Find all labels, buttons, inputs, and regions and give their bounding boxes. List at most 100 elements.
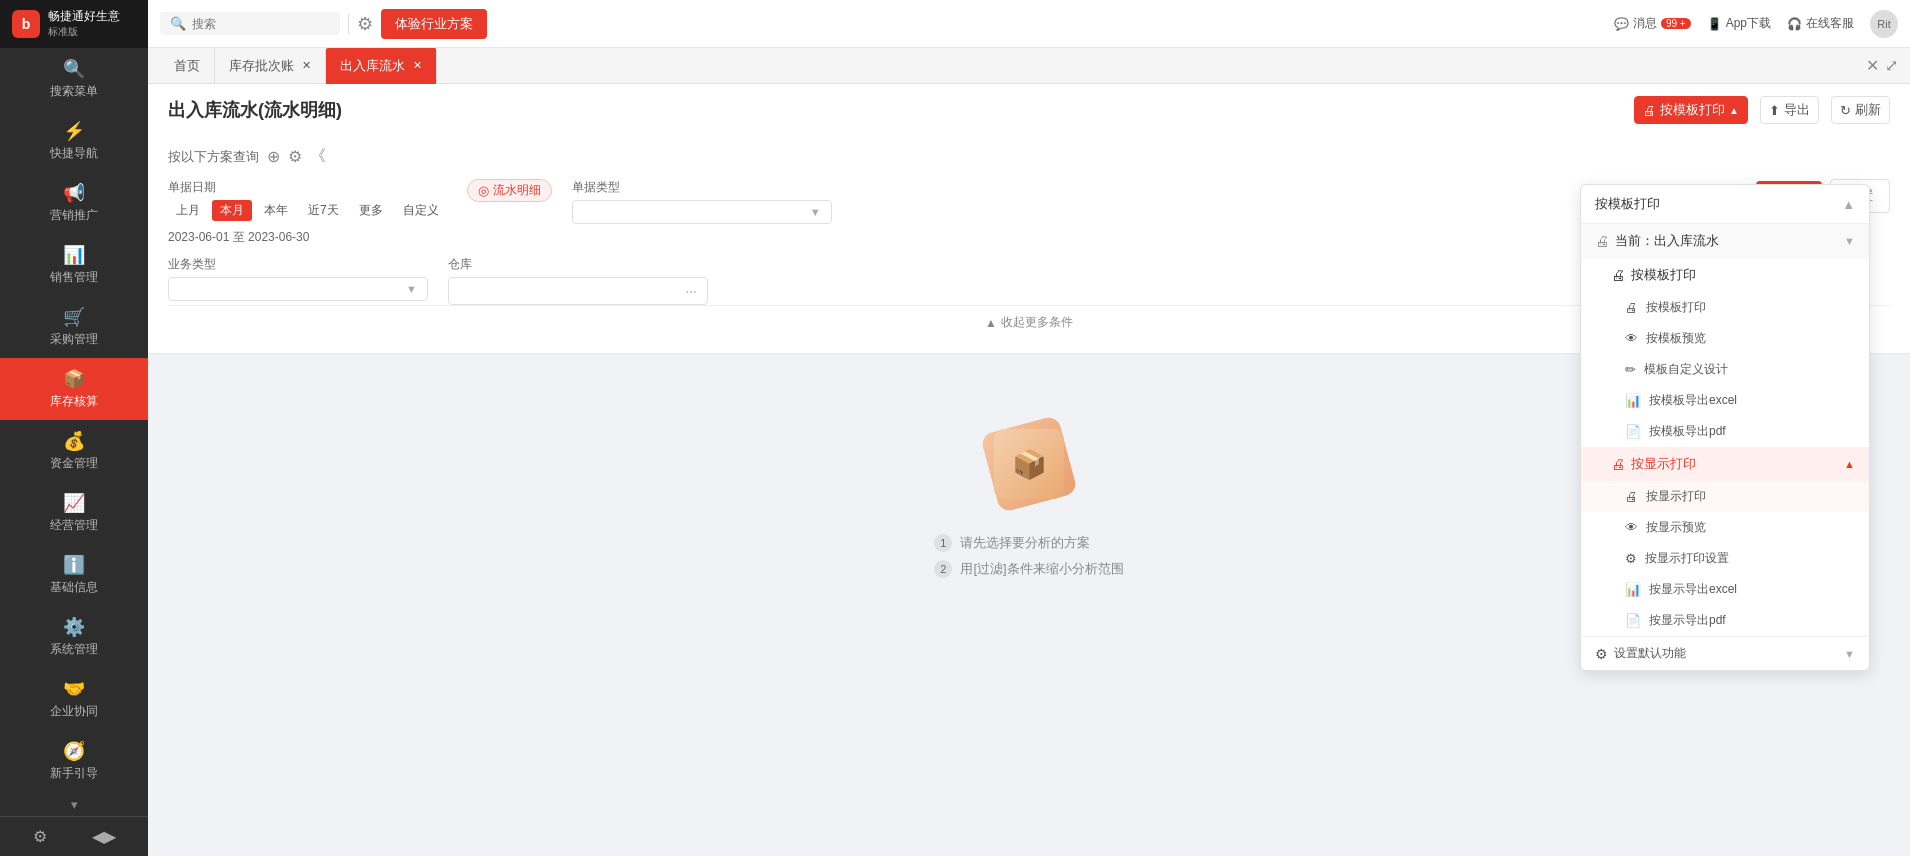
sidebar-item-purchase[interactable]: 🛒 采购管理 xyxy=(0,296,148,358)
tab-inout-flow[interactable]: 出入库流水 ✕ xyxy=(326,48,437,84)
sidebar-item-sales[interactable]: 📊 销售管理 xyxy=(0,234,148,296)
template-print-button[interactable]: 🖨 按模板打印 ▲ xyxy=(1634,96,1748,124)
display-section-label: 按显示打印 xyxy=(1631,455,1696,473)
quicknav-icon: ⚡ xyxy=(63,120,85,142)
default-setting-label: 设置默认功能 xyxy=(1614,645,1686,662)
sidebar-item-basics[interactable]: ℹ️ 基础信息 xyxy=(0,544,148,606)
message-item[interactable]: 💬 消息 99 + xyxy=(1614,15,1691,32)
sidebar-nav: 🔍 搜索菜单 ⚡ 快捷导航 📢 营销推广 📊 销售管理 🛒 采购管理 📦 库存核… xyxy=(0,48,148,793)
sidebar-item-label: 基础信息 xyxy=(50,579,98,596)
empty-step-1: 1 请先选择要分析的方案 xyxy=(934,534,1123,552)
service-icon: 🎧 xyxy=(1787,17,1802,31)
tabs-bar: 首页 库存批次账 ✕ 出入库流水 ✕ ✕ ⤢ xyxy=(148,48,1910,84)
dropdown-item-display-print[interactable]: 🖨 按显示打印 xyxy=(1581,481,1869,512)
more-icon[interactable]: ··· xyxy=(685,283,697,299)
dropdown-item-display-preview[interactable]: 👁 按显示预览 xyxy=(1581,512,1869,543)
basics-icon: ℹ️ xyxy=(63,554,85,576)
topbar-search-box[interactable]: 🔍 xyxy=(160,12,340,35)
template-print-section-header[interactable]: 🖨 按模板打印 xyxy=(1581,258,1869,292)
collapse-conditions-icon[interactable]: 《 xyxy=(310,146,326,167)
online-service-item[interactable]: 🎧 在线客服 xyxy=(1787,15,1854,32)
sidebar-item-label: 销售管理 xyxy=(50,269,98,286)
empty-illustration: 📦 xyxy=(979,414,1079,514)
filter-tag-label: 流水明细 xyxy=(493,182,541,199)
sidebar-item-system[interactable]: ⚙️ 系统管理 xyxy=(0,606,148,668)
sidebar-item-marketing[interactable]: 📢 营销推广 xyxy=(0,172,148,234)
dropdown-item-template-design[interactable]: ✏ 模板自定义设计 xyxy=(1581,354,1869,385)
sidebar-item-operations[interactable]: 📈 经营管理 xyxy=(0,482,148,544)
dropdown-footer[interactable]: ⚙ 设置默认功能 ▼ xyxy=(1581,636,1869,670)
item-label: 按显示打印设置 xyxy=(1645,550,1729,567)
filter-tag-icon: ◎ xyxy=(478,183,489,198)
sidebar-item-finance[interactable]: 💰 资金管理 xyxy=(0,420,148,482)
logo-icon: b xyxy=(12,10,40,38)
sidebar-item-inventory[interactable]: 📦 库存核算 xyxy=(0,358,148,420)
dropdown-item-display-settings[interactable]: ⚙ 按显示打印设置 xyxy=(1581,543,1869,574)
date-tab-more[interactable]: 更多 xyxy=(351,200,391,221)
display-print-section-header[interactable]: 🖨 按显示打印 ▲ xyxy=(1581,447,1869,481)
dropdown-item-template-preview[interactable]: 👁 按模板预览 xyxy=(1581,323,1869,354)
export-label: 导出 xyxy=(1784,101,1810,119)
tab-batch-account-close[interactable]: ✕ xyxy=(302,59,311,72)
search-input[interactable] xyxy=(192,17,312,31)
dropdown-item-template-print[interactable]: 🖨 按模板打印 xyxy=(1581,292,1869,323)
biz-type-select[interactable]: ▼ xyxy=(168,277,428,301)
filter-tag[interactable]: ◎ 流水明细 xyxy=(467,179,552,202)
tab-inout-flow-close[interactable]: ✕ xyxy=(413,59,422,72)
inventory-icon: 📦 xyxy=(63,368,85,390)
sidebar-item-guide[interactable]: 🧭 新手引导 xyxy=(0,730,148,792)
warehouse-select[interactable]: ··· xyxy=(448,277,708,305)
topbar: 🔍 ⚙ 体验行业方案 💬 消息 99 + 📱 App下载 🎧 在线客服 Rit xyxy=(148,0,1910,48)
sidebar-item-quick-nav[interactable]: ⚡ 快捷导航 xyxy=(0,110,148,172)
date-tab-custom[interactable]: 自定义 xyxy=(395,200,447,221)
sidebar-item-label: 新手引导 xyxy=(50,765,98,782)
date-label: 单据日期 xyxy=(168,179,447,196)
dropdown-item-display-excel[interactable]: 📊 按显示导出excel xyxy=(1581,574,1869,605)
item-label: 按模板打印 xyxy=(1646,299,1706,316)
date-field: 单据日期 上月 本月 本年 近7天 更多 自定义 2023-06-01 至 20… xyxy=(168,179,447,246)
date-tab-7days[interactable]: 近7天 xyxy=(300,200,347,221)
add-condition-icon[interactable]: ⊕ xyxy=(267,147,280,166)
main-area: 🔍 ⚙ 体验行业方案 💬 消息 99 + 📱 App下载 🎧 在线客服 Rit xyxy=(148,0,1910,856)
tabs-close-all[interactable]: ✕ xyxy=(1866,56,1879,75)
app-version: 标准版 xyxy=(48,25,120,39)
dropdown-chevron-up[interactable]: ▲ xyxy=(1842,197,1855,212)
tab-home[interactable]: 首页 xyxy=(160,48,215,84)
refresh-button[interactable]: ↻ 刷新 xyxy=(1831,96,1890,124)
tabs-maximize[interactable]: ⤢ xyxy=(1885,56,1898,75)
sidebar-scroll-down[interactable]: ▾ xyxy=(0,793,148,816)
sidebar-footer: ⚙ ◀▶ xyxy=(0,816,148,856)
empty-steps: 1 请先选择要分析的方案 2 用[过滤]条件来缩小分析范围 xyxy=(934,534,1123,578)
item-label: 按模板预览 xyxy=(1646,330,1706,347)
export-button[interactable]: ⬆ 导出 xyxy=(1760,96,1819,124)
dropdown-item-display-pdf[interactable]: 📄 按显示导出pdf xyxy=(1581,605,1869,636)
app-download-item[interactable]: 📱 App下载 xyxy=(1707,15,1771,32)
marketing-icon: 📢 xyxy=(63,182,85,204)
operations-icon: 📈 xyxy=(63,492,85,514)
dropdown-item-template-excel[interactable]: 📊 按模板导出excel xyxy=(1581,385,1869,416)
sidebar-item-search[interactable]: 🔍 搜索菜单 xyxy=(0,48,148,110)
doc-type-select[interactable]: ▼ xyxy=(572,200,832,224)
tab-batch-account[interactable]: 库存批次账 ✕ xyxy=(215,48,326,84)
dropdown-item-template-pdf[interactable]: 📄 按模板导出pdf xyxy=(1581,416,1869,447)
system-icon: ⚙️ xyxy=(63,616,85,638)
settings-footer-icon[interactable]: ⚙ xyxy=(33,827,47,846)
dropdown-current-setting[interactable]: 🖨 当前：出入库流水 ▼ xyxy=(1581,224,1869,258)
default-setting-icon: ⚙ xyxy=(1595,646,1608,662)
sidebar-item-collab[interactable]: 🤝 企业协同 xyxy=(0,668,148,730)
industry-solution-button[interactable]: 体验行业方案 xyxy=(381,9,487,39)
date-tab-this-month[interactable]: 本月 xyxy=(212,200,252,221)
date-tab-last-month[interactable]: 上月 xyxy=(168,200,208,221)
settings-condition-icon[interactable]: ⚙ xyxy=(288,147,302,166)
tab-inout-flow-label: 出入库流水 xyxy=(340,57,405,75)
printer-icon: 🖨 xyxy=(1595,233,1609,249)
gear-icon[interactable]: ⚙ xyxy=(357,13,373,35)
export-icon: ⬆ xyxy=(1769,103,1780,118)
collapse-sidebar-btn[interactable]: ◀▶ xyxy=(92,827,116,846)
sales-icon: 📊 xyxy=(63,244,85,266)
date-tab-this-year[interactable]: 本年 xyxy=(256,200,296,221)
item-excel-icon: 📊 xyxy=(1625,393,1641,408)
template-print-section: 🖨 按模板打印 🖨 按模板打印 👁 按模板预览 ✏ 模板自定义设计 xyxy=(1581,258,1869,447)
refresh-icon: ↻ xyxy=(1840,103,1851,118)
avatar[interactable]: Rit xyxy=(1870,10,1898,38)
